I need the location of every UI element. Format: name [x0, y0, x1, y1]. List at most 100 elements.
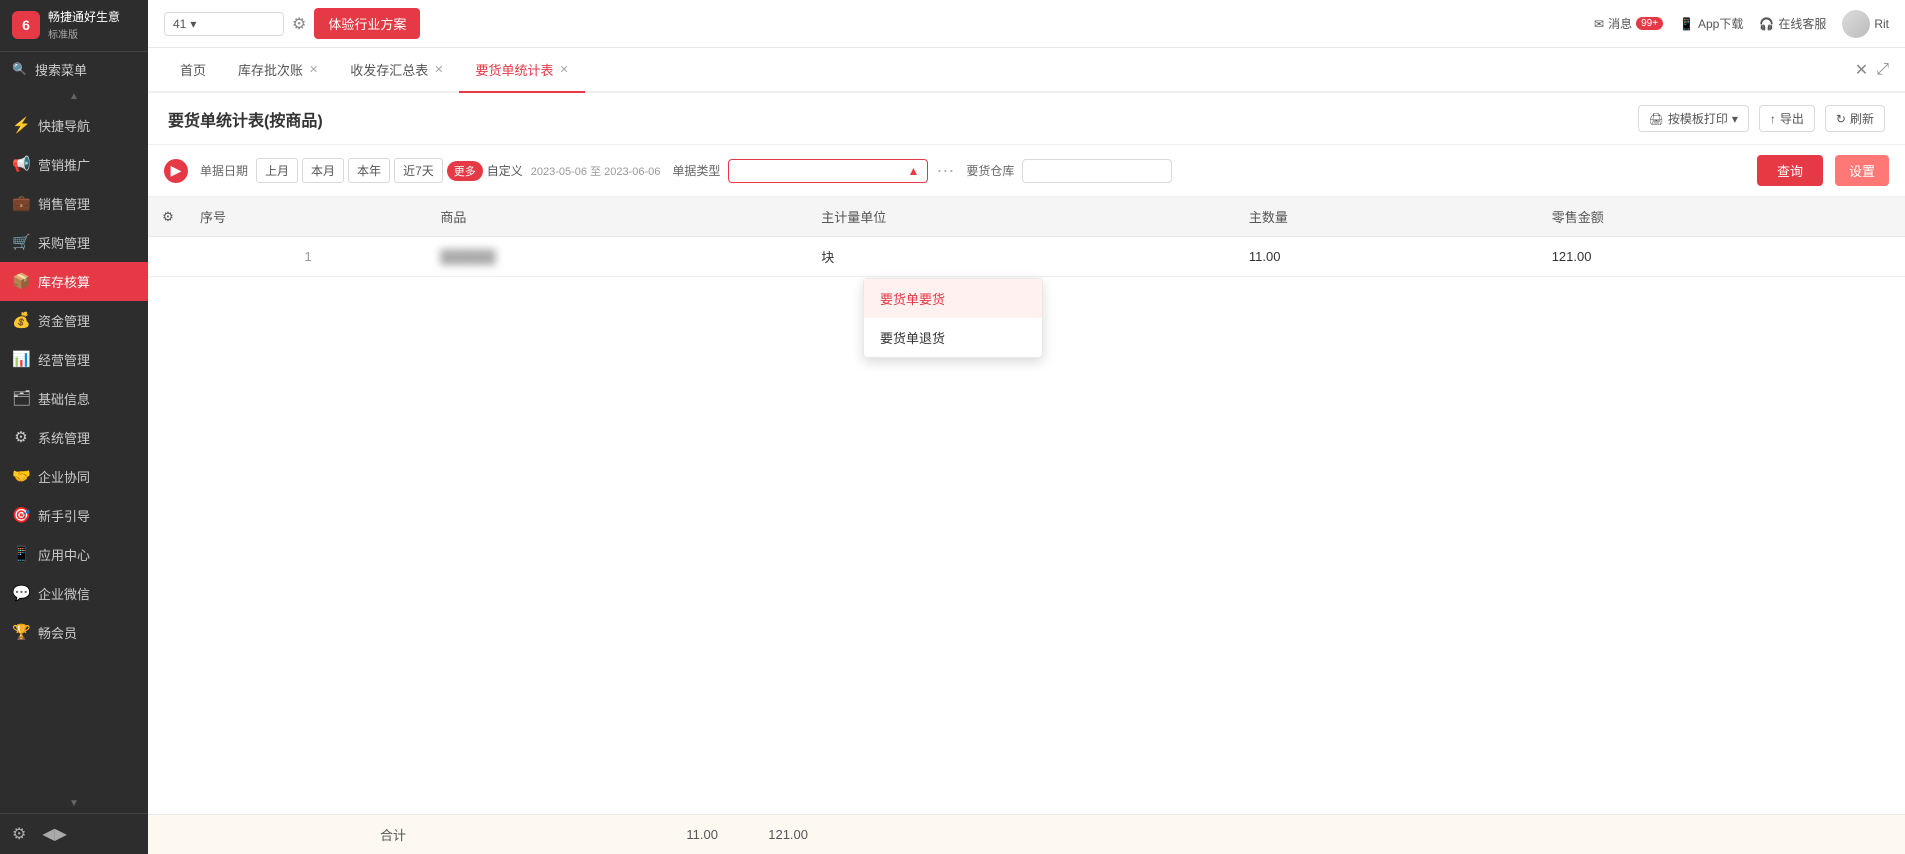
- tab-label-home: 首页: [180, 60, 206, 79]
- page-content: 要货单统计表(按商品) 🖨 按模板打印 ▾ ↑ 导出 ↻ 刷新 ▶: [148, 93, 1905, 854]
- filter-toggle-button[interactable]: ▶: [164, 159, 188, 183]
- topbar-left: 41 ▾ ⚙ 体验行业方案: [164, 8, 1582, 39]
- date-more-button[interactable]: 更多: [447, 161, 483, 181]
- sidebar-search-label: 搜索菜单: [35, 60, 87, 79]
- collapse-icon[interactable]: ◀▶: [42, 824, 67, 844]
- search-button[interactable]: 查询: [1757, 155, 1823, 186]
- sidebar-item-marketing[interactable]: 📢 营销推广: [0, 145, 148, 184]
- date-this-month[interactable]: 本月: [302, 158, 344, 183]
- sidebar-item-quick-nav[interactable]: ⚡ 快捷导航: [0, 106, 148, 145]
- tab-close-all-button[interactable]: ✕: [1855, 60, 1868, 80]
- nav-label-apps: 应用中心: [38, 545, 90, 564]
- dropdown-menu: 要货单要货 要货单退货: [863, 278, 1043, 358]
- sidebar-item-purchase[interactable]: 🛒 采购管理: [0, 223, 148, 262]
- type-label: 单据类型: [672, 162, 720, 179]
- warehouse-input[interactable]: [1022, 159, 1172, 183]
- chevron-down-icon: ▾: [1732, 112, 1738, 126]
- nav-icon-wechat: 💬: [12, 584, 30, 602]
- refresh-icon: ↻: [1836, 112, 1846, 126]
- sidebar: 6 畅捷通好生意 标准版 🔍 搜索菜单 ▲ ⚡ 快捷导航 📢 营销推广 💼 销售…: [0, 0, 148, 854]
- app-download-item[interactable]: 📱 App下载: [1679, 15, 1743, 32]
- type-filter-group: 单据类型 ▲ ···: [672, 159, 954, 183]
- sidebar-scroll-up[interactable]: ▲: [0, 87, 148, 106]
- date-custom-button[interactable]: 自定义: [487, 162, 523, 179]
- dropdown-item-request[interactable]: 要货单要货: [864, 279, 1042, 318]
- tab-inventory-batch[interactable]: 库存批次账✕: [222, 48, 334, 93]
- sidebar-item-apps[interactable]: 📱 应用中心: [0, 535, 148, 574]
- nav-label-purchase: 采购管理: [38, 233, 90, 252]
- table-body: 1 ██████ 块 11.00 121.00: [148, 237, 1905, 277]
- search-icon: 🔍: [12, 62, 27, 76]
- settings-icon[interactable]: ⚙: [12, 824, 26, 844]
- nav-icon-purchase: 🛒: [12, 233, 30, 251]
- template-print-button[interactable]: 🖨 按模板打印 ▾: [1638, 105, 1749, 132]
- th-settings[interactable]: ⚙: [148, 197, 188, 237]
- table-header: ⚙ 序号 商品 主计量单位 主数量 零售金额: [148, 197, 1905, 237]
- sidebar-item-inventory[interactable]: 📦 库存核算: [0, 262, 148, 301]
- nav-icon-sales: 💼: [12, 194, 30, 212]
- nav-icon-apps: 📱: [12, 545, 30, 563]
- nav-label-system: 系统管理: [38, 428, 90, 447]
- nav-icon-system: ⚙: [12, 428, 30, 446]
- nav-label-finance: 资金管理: [38, 311, 90, 330]
- sidebar-item-system[interactable]: ⚙ 系统管理: [0, 418, 148, 457]
- nav-label-operations: 经营管理: [38, 350, 90, 369]
- sidebar-scroll-down[interactable]: ▼: [0, 794, 148, 813]
- nav-icon-operations: 📊: [12, 350, 30, 368]
- sidebar-nav: ⚡ 快捷导航 📢 营销推广 💼 销售管理 🛒 采购管理 📦 库存核算 💰 资金管…: [0, 106, 148, 794]
- tab-expand-button[interactable]: ⤢: [1876, 61, 1889, 79]
- td-settings: [148, 237, 188, 277]
- sidebar-item-finance[interactable]: 💰 资金管理: [0, 301, 148, 340]
- tab-close-inventory-batch[interactable]: ✕: [309, 63, 318, 76]
- sidebar-item-sales[interactable]: 💼 销售管理: [0, 184, 148, 223]
- more-options-button[interactable]: ···: [936, 160, 954, 181]
- sidebar-item-enterprise[interactable]: 🤝 企业协同: [0, 457, 148, 496]
- app-logo-icon: 6: [12, 11, 40, 39]
- nav-label-inventory: 库存核算: [38, 272, 90, 291]
- td-num: 1: [188, 237, 428, 277]
- type-select[interactable]: ▲: [728, 159, 928, 183]
- sidebar-item-member[interactable]: 🏆 畅会员: [0, 613, 148, 652]
- sidebar-item-guide[interactable]: 🎯 新手引导: [0, 496, 148, 535]
- app-version: 标准版: [48, 26, 120, 41]
- date-presets: 上月 本月 本年 近7天 更多 自定义: [256, 158, 523, 183]
- user-name: Rit: [1874, 17, 1889, 31]
- tab-close-order-stats[interactable]: ✕: [560, 63, 569, 76]
- nav-label-sales: 销售管理: [38, 194, 90, 213]
- tab-home[interactable]: 首页: [164, 48, 222, 93]
- company-select-value: 41: [173, 17, 186, 31]
- tab-close-receivable-summary[interactable]: ✕: [434, 63, 443, 76]
- export-icon: ↑: [1770, 112, 1776, 126]
- main-content: 41 ▾ ⚙ 体验行业方案 ✉ 消息 99+ 📱 App下载 🎧 在线客服: [148, 0, 1905, 854]
- table-footer: 合计 11.00 121.00: [148, 814, 1905, 854]
- trial-button[interactable]: 体验行业方案: [314, 8, 420, 39]
- nav-icon-marketing: 📢: [12, 155, 30, 173]
- topbar: 41 ▾ ⚙ 体验行业方案 ✉ 消息 99+ 📱 App下载 🎧 在线客服: [148, 0, 1905, 48]
- messages-item[interactable]: ✉ 消息 99+: [1594, 15, 1663, 32]
- topbar-gear-icon[interactable]: ⚙: [292, 14, 306, 34]
- user-item[interactable]: Rit: [1842, 10, 1889, 38]
- headset-icon: 🎧: [1759, 17, 1774, 31]
- refresh-button[interactable]: ↻ 刷新: [1825, 105, 1885, 132]
- data-table: ⚙ 序号 商品 主计量单位 主数量 零售金额 1 ██████: [148, 197, 1905, 277]
- sidebar-item-wechat[interactable]: 💬 企业微信: [0, 574, 148, 613]
- tab-label-order-stats: 要货单统计表: [475, 60, 553, 79]
- tab-receivable-summary[interactable]: 收发存汇总表✕: [334, 48, 459, 93]
- date-prev-month[interactable]: 上月: [256, 158, 298, 183]
- tab-order-stats[interactable]: 要货单统计表 ✕: [459, 48, 584, 93]
- nav-label-basic: 基础信息: [38, 389, 90, 408]
- dropdown-item-return[interactable]: 要货单退货: [864, 318, 1042, 357]
- app-download-label: App下载: [1698, 15, 1743, 32]
- td-amount: 121.00: [1540, 237, 1905, 277]
- table-header-row: ⚙ 序号 商品 主计量单位 主数量 零售金额: [148, 197, 1905, 237]
- sidebar-search[interactable]: 🔍 搜索菜单: [0, 52, 148, 87]
- sidebar-item-operations[interactable]: 📊 经营管理: [0, 340, 148, 379]
- online-service-item[interactable]: 🎧 在线客服: [1759, 15, 1826, 32]
- settings-filter-button[interactable]: 设置: [1835, 155, 1889, 186]
- topbar-right: ✉ 消息 99+ 📱 App下载 🎧 在线客服 Rit: [1594, 10, 1889, 38]
- sidebar-item-basic[interactable]: 🗂 基础信息: [0, 379, 148, 418]
- date-this-year[interactable]: 本年: [348, 158, 390, 183]
- company-select[interactable]: 41 ▾: [164, 12, 284, 36]
- export-button[interactable]: ↑ 导出: [1759, 105, 1815, 132]
- date-7days[interactable]: 近7天: [394, 158, 443, 183]
